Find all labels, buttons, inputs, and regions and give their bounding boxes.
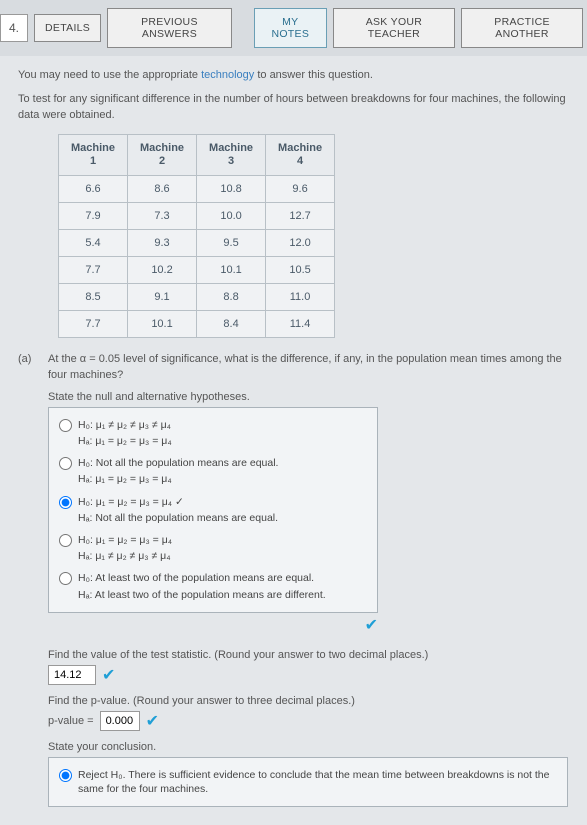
intro-line-2: To test for any significant difference i… — [18, 92, 569, 124]
table-cell: 10.2 — [128, 257, 197, 284]
hypothesis-choice[interactable]: H₀: At least two of the population means… — [57, 567, 369, 605]
table-cell: 12.0 — [266, 230, 335, 257]
hypothesis-choice[interactable]: H₀: Not all the population means are equ… — [57, 452, 369, 490]
pvalue-label: p-value = — [48, 715, 94, 727]
hyp-line-1: H₀: μ₁ = μ₂ = μ₃ = μ₄ — [78, 533, 172, 547]
hyp-line-2: Hₐ: μ₁ ≠ μ₂ ≠ μ₃ ≠ μ₄ — [78, 549, 172, 563]
hypothesis-choice[interactable]: H₀: μ₁ = μ₂ = μ₃ = μ₄ Hₐ: μ₁ ≠ μ₂ ≠ μ₃ ≠ … — [57, 529, 369, 567]
table-cell: 11.0 — [266, 284, 335, 311]
details-button[interactable]: DETAILS — [34, 14, 101, 42]
test-statistic-input[interactable] — [48, 665, 96, 685]
find-pvalue-prompt: Find the p-value. (Round your answer to … — [48, 695, 569, 707]
table-cell: 10.1 — [128, 311, 197, 338]
table-row: 7.97.310.012.7 — [59, 203, 335, 230]
hyp-line-2: Hₐ: μ₁ = μ₂ = μ₃ = μ₄ — [78, 434, 172, 448]
hyp-line-2: Hₐ: At least two of the population means… — [78, 588, 326, 602]
table-cell: 9.5 — [197, 230, 266, 257]
hyp-line-1: H₀: μ₁ = μ₂ = μ₃ = μ₄ ✓ — [78, 495, 278, 509]
table-cell: 9.6 — [266, 176, 335, 203]
pvalue-input[interactable] — [100, 711, 140, 731]
table-cell: 8.8 — [197, 284, 266, 311]
hypothesis-radio[interactable] — [59, 572, 72, 585]
table-row: 7.710.18.411.4 — [59, 311, 335, 338]
practice-another-button[interactable]: PRACTICE ANOTHER — [461, 8, 583, 48]
my-notes-button[interactable]: MY NOTES — [254, 8, 327, 48]
conclusion-box: Reject H₀. There is sufficient evidence … — [48, 757, 568, 807]
ask-teacher-button[interactable]: ASK YOUR TEACHER — [333, 8, 455, 48]
intro-line-1: You may need to use the appropriate tech… — [18, 68, 569, 84]
check-icon: ✔ — [146, 711, 159, 731]
hypothesis-radio[interactable] — [59, 534, 72, 547]
table-cell: 8.4 — [197, 311, 266, 338]
hypothesis-choice[interactable]: H₀: μ₁ ≠ μ₂ ≠ μ₃ ≠ μ₄ Hₐ: μ₁ = μ₂ = μ₃ = … — [57, 414, 369, 452]
top-action-bar: 4. DETAILS PREVIOUS ANSWERS MY NOTES ASK… — [0, 0, 587, 56]
hypothesis-radio[interactable] — [59, 419, 72, 432]
intro-post: to answer this question. — [254, 69, 373, 81]
table-header: Machine3 — [197, 134, 266, 175]
table-cell: 10.8 — [197, 176, 266, 203]
table-cell: 5.4 — [59, 230, 128, 257]
table-cell: 7.9 — [59, 203, 128, 230]
data-table: Machine1Machine2Machine3Machine4 6.68.61… — [58, 134, 335, 338]
table-cell: 7.7 — [59, 257, 128, 284]
table-row: 6.68.610.89.6 — [59, 176, 335, 203]
technology-link[interactable]: technology — [201, 69, 254, 81]
table-cell: 9.1 — [128, 284, 197, 311]
conclusion-text: Reject H₀. There is sufficient evidence … — [78, 768, 557, 796]
hyp-line-2: Hₐ: μ₁ = μ₂ = μ₃ = μ₄ — [78, 472, 278, 486]
conclusion-choice[interactable]: Reject H₀. There is sufficient evidence … — [57, 764, 559, 800]
check-icon: ✔ — [102, 665, 115, 685]
table-row: 7.710.210.110.5 — [59, 257, 335, 284]
check-icon: ✔ — [365, 615, 378, 635]
hypothesis-radio[interactable] — [59, 457, 72, 470]
hyp-line-1: H₀: μ₁ ≠ μ₂ ≠ μ₃ ≠ μ₄ — [78, 418, 172, 432]
table-cell: 8.6 — [128, 176, 197, 203]
table-cell: 8.5 — [59, 284, 128, 311]
table-cell: 9.3 — [128, 230, 197, 257]
intro-pre: You may need to use the appropriate — [18, 69, 201, 81]
table-cell: 10.5 — [266, 257, 335, 284]
previous-answers-button[interactable]: PREVIOUS ANSWERS — [107, 8, 232, 48]
part-a-question: At the α = 0.05 level of significance, w… — [48, 352, 569, 383]
question-content: You may need to use the appropriate tech… — [0, 56, 587, 825]
table-header: Machine1 — [59, 134, 128, 175]
hyp-line-1: H₀: Not all the population means are equ… — [78, 456, 278, 470]
part-a: (a) At the α = 0.05 level of significanc… — [18, 352, 569, 383]
table-row: 8.59.18.811.0 — [59, 284, 335, 311]
table-header: Machine2 — [128, 134, 197, 175]
table-header: Machine4 — [266, 134, 335, 175]
question-number: 4. — [0, 14, 28, 42]
hyp-line-1: H₀: At least two of the population means… — [78, 571, 326, 585]
table-cell: 10.0 — [197, 203, 266, 230]
state-conclusion-label: State your conclusion. — [48, 741, 569, 753]
table-cell: 11.4 — [266, 311, 335, 338]
table-row: 5.49.39.512.0 — [59, 230, 335, 257]
table-cell: 7.3 — [128, 203, 197, 230]
table-cell: 12.7 — [266, 203, 335, 230]
hypothesis-radio[interactable] — [59, 496, 72, 509]
hypothesis-choices: H₀: μ₁ ≠ μ₂ ≠ μ₃ ≠ μ₄ Hₐ: μ₁ = μ₂ = μ₃ = … — [48, 407, 378, 613]
hypothesis-choice[interactable]: H₀: μ₁ = μ₂ = μ₃ = μ₄ ✓ Hₐ: Not all the p… — [57, 491, 369, 529]
find-test-stat-prompt: Find the value of the test statistic. (R… — [48, 649, 569, 661]
part-label: (a) — [18, 352, 40, 383]
table-cell: 7.7 — [59, 311, 128, 338]
table-cell: 10.1 — [197, 257, 266, 284]
table-cell: 6.6 — [59, 176, 128, 203]
state-hypotheses-label: State the null and alternative hypothese… — [48, 391, 569, 403]
conclusion-radio[interactable] — [59, 769, 72, 782]
hyp-line-2: Hₐ: Not all the population means are equ… — [78, 511, 278, 525]
